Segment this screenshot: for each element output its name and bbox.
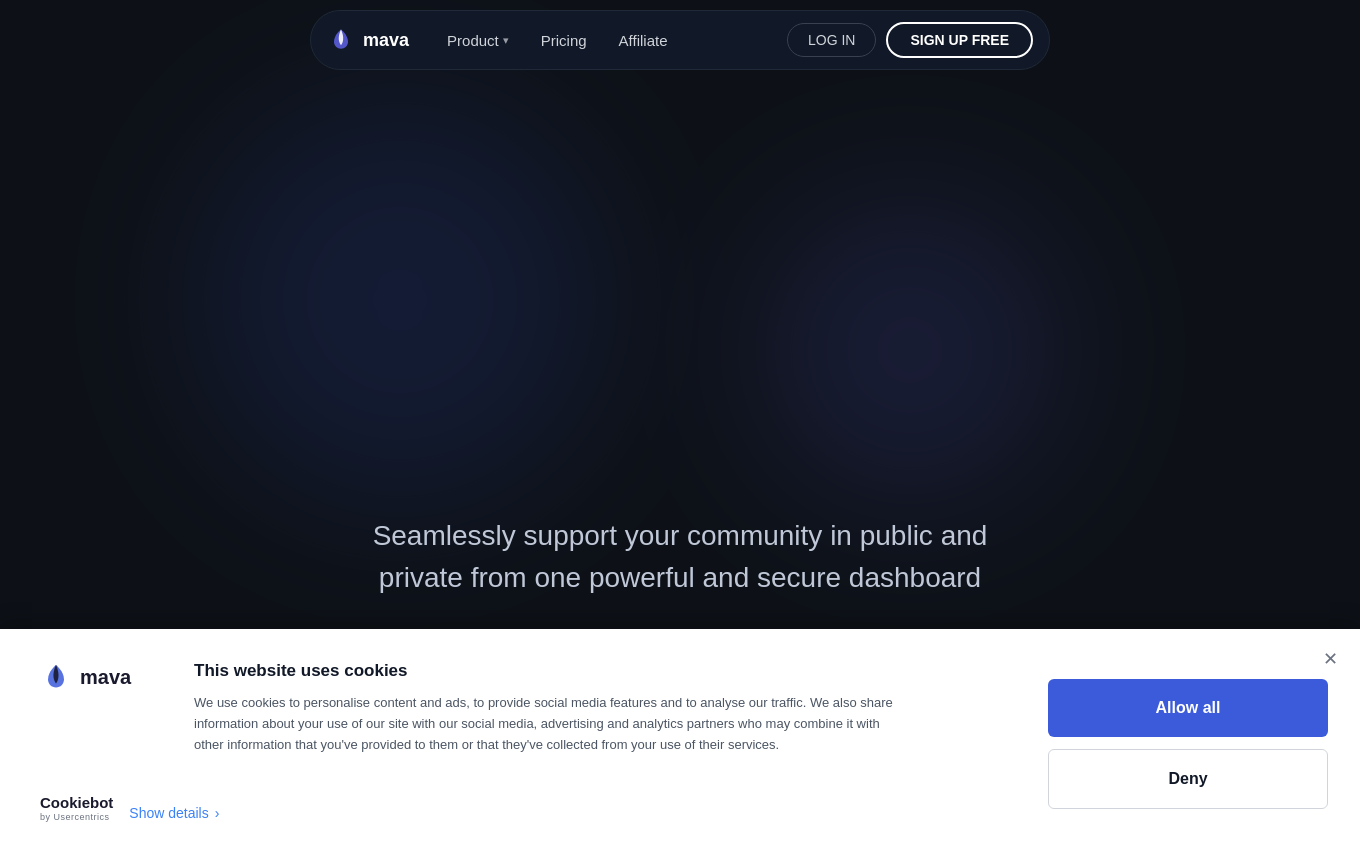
cookiebot-logo: Cookiebot by Usercentrics [40, 795, 113, 831]
nav-link-affiliate[interactable]: Affiliate [605, 24, 682, 57]
cookie-mava-logo: mava [40, 661, 170, 693]
nav-logo[interactable]: mava [327, 26, 409, 54]
cookie-body: We use cookies to personalise content an… [194, 693, 894, 755]
mava-logo-icon [327, 26, 355, 54]
nav-actions: LOG IN SIGN UP FREE [787, 22, 1033, 58]
main-nav: mava Product ▾ Pricing Affiliate LOG IN … [310, 10, 1050, 70]
signup-button[interactable]: SIGN UP FREE [886, 22, 1033, 58]
cookie-title: This website uses cookies [194, 661, 992, 681]
show-details-label: Show details [129, 805, 208, 821]
show-details-link[interactable]: Show details › [129, 805, 219, 821]
cookiebot-brand-text: Cookiebot [40, 795, 113, 812]
allow-all-button[interactable]: Allow all [1048, 679, 1328, 737]
cookie-footer: Cookiebot by Usercentrics Show details › [40, 795, 992, 831]
cookiebot-sub-text: by Usercentrics [40, 812, 110, 822]
cookie-mava-logo-text: mava [80, 666, 131, 689]
cookie-close-button[interactable]: ✕ [1316, 645, 1344, 673]
hero-headline: Seamlessly support your community in pub… [330, 515, 1030, 599]
close-icon: ✕ [1323, 648, 1338, 670]
deny-button[interactable]: Deny [1048, 749, 1328, 809]
nav-link-pricing[interactable]: Pricing [527, 24, 601, 57]
chevron-right-icon: › [215, 805, 220, 821]
cookie-mava-logo-icon [40, 661, 72, 693]
nav-links: Product ▾ Pricing Affiliate [433, 24, 771, 57]
cookie-content: This website uses cookies We use cookies… [194, 661, 992, 755]
cookie-banner: mava This website uses cookies We use co… [0, 629, 1360, 859]
cookie-left-panel: mava This website uses cookies We use co… [0, 629, 1032, 859]
nav-logo-text: mava [363, 30, 409, 51]
hero-section: Seamlessly support your community in pub… [330, 515, 1030, 599]
nav-link-product[interactable]: Product ▾ [433, 24, 523, 57]
bg-glow-1 [200, 100, 600, 500]
cookie-right-panel: ✕ Allow all Deny [1032, 629, 1360, 859]
login-button[interactable]: LOG IN [787, 23, 876, 57]
bg-glow-2 [760, 200, 1060, 500]
chevron-down-icon: ▾ [503, 34, 509, 47]
